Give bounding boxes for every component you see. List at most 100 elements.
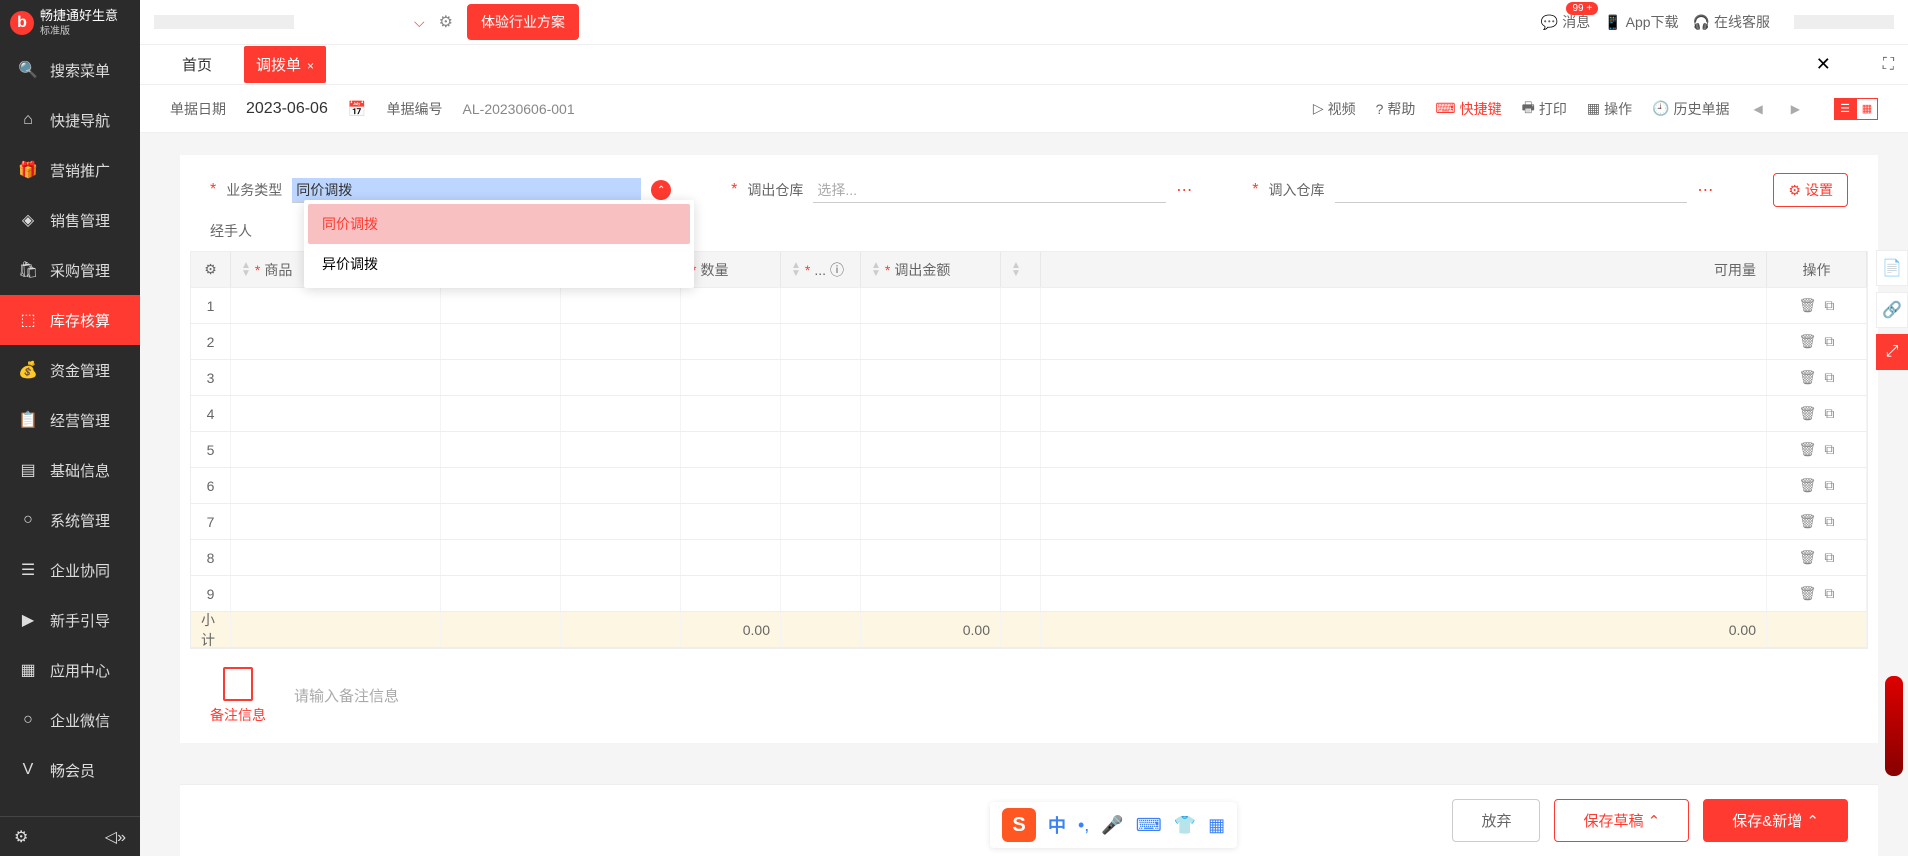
save-new-button[interactable]: 保存&新增 ⌃ bbox=[1703, 799, 1848, 842]
tab-home[interactable]: 首页 bbox=[170, 46, 224, 83]
sidebar-item-business[interactable]: 📋经营管理 bbox=[0, 395, 140, 445]
col-out-amount[interactable]: ▲▼*调出金额 bbox=[861, 252, 1001, 287]
sidebar-item-guide[interactable]: ▶新手引导 bbox=[0, 595, 140, 645]
copy-row-icon[interactable]: ⧉ bbox=[1824, 585, 1834, 602]
next-arrow[interactable]: ▶ bbox=[1787, 102, 1804, 116]
sidebar-item-member[interactable]: V畅会员 bbox=[0, 745, 140, 795]
col-sort[interactable]: ▲▼ bbox=[1001, 252, 1041, 287]
ime-tool-icon[interactable]: ▦ bbox=[1208, 815, 1225, 836]
delete-row-icon[interactable]: 🗑 bbox=[1799, 549, 1817, 566]
col-more[interactable]: ▲▼*... ⓘ bbox=[781, 252, 861, 287]
ime-mic-icon[interactable]: 🎤 bbox=[1101, 815, 1123, 836]
support-link[interactable]: 🎧 在线客服 bbox=[1693, 12, 1770, 32]
tab-close-icon[interactable]: × bbox=[307, 59, 314, 73]
out-warehouse-input[interactable] bbox=[813, 178, 1166, 203]
sidebar-item-search-menu[interactable]: 🔍搜索菜单 bbox=[0, 45, 140, 95]
col-gear[interactable]: ⚙ bbox=[191, 252, 231, 287]
user-area[interactable] bbox=[1794, 15, 1894, 29]
delete-row-icon[interactable]: 🗑 bbox=[1799, 441, 1817, 458]
option-diff-price[interactable]: 异价调拨 bbox=[308, 244, 690, 284]
print-link[interactable]: 🖶 打印 bbox=[1522, 97, 1567, 121]
table-row[interactable]: 5🗑⧉ bbox=[191, 432, 1867, 468]
sidebar-item-collab[interactable]: ☰企业协同 bbox=[0, 545, 140, 595]
copy-row-icon[interactable]: ⧉ bbox=[1824, 405, 1834, 422]
ime-lang[interactable]: 中 bbox=[1048, 812, 1066, 838]
table-row[interactable]: 6🗑⧉ bbox=[191, 468, 1867, 504]
col-avail[interactable]: 可用量 bbox=[1041, 252, 1767, 287]
copy-row-icon[interactable]: ⧉ bbox=[1824, 441, 1834, 458]
table-row[interactable]: 1🗑⧉ bbox=[191, 288, 1867, 324]
close-icon[interactable]: ✕ bbox=[1798, 54, 1849, 75]
copy-row-icon[interactable]: ⧉ bbox=[1824, 369, 1834, 386]
prev-arrow[interactable]: ◀ bbox=[1750, 102, 1767, 116]
option-same-price[interactable]: 同价调拨 bbox=[308, 204, 690, 244]
copy-row-icon[interactable]: ⧉ bbox=[1824, 549, 1834, 566]
table-row[interactable]: 4🗑⧉ bbox=[191, 396, 1867, 432]
sidebar-item-apps[interactable]: ▦应用中心 bbox=[0, 645, 140, 695]
remark-input[interactable] bbox=[286, 680, 1848, 713]
collapse-icon[interactable]: ◁» bbox=[105, 827, 126, 847]
sidebar-item-quick-nav[interactable]: ⌂快捷导航 bbox=[0, 95, 140, 145]
ime-logo-icon[interactable]: S bbox=[1002, 808, 1036, 842]
sidebar-item-marketing[interactable]: 🎁营销推广 bbox=[0, 145, 140, 195]
rail-link-icon[interactable]: 🔗 bbox=[1876, 292, 1908, 328]
sidebar-item-purchase[interactable]: 🛍采购管理 bbox=[0, 245, 140, 295]
table-row[interactable]: 7🗑⧉ bbox=[191, 504, 1867, 540]
in-warehouse-input[interactable] bbox=[1335, 178, 1688, 203]
view-list[interactable]: ☰ bbox=[1834, 98, 1856, 120]
delete-row-icon[interactable]: 🗑 bbox=[1799, 513, 1817, 530]
out-warehouse-more-icon[interactable]: ⋯ bbox=[1176, 180, 1192, 200]
col-qty[interactable]: *数量 bbox=[681, 252, 781, 287]
copy-row-icon[interactable]: ⧉ bbox=[1824, 477, 1834, 494]
messages-link[interactable]: 💬 消息 99 + bbox=[1541, 12, 1590, 32]
app-download-link[interactable]: 📱 App下载 bbox=[1604, 12, 1678, 32]
gear-icon[interactable]: ⚙ bbox=[439, 12, 453, 32]
history-link[interactable]: 🕘 历史单据 bbox=[1652, 99, 1729, 119]
sidebar-item-inventory[interactable]: ⬚库存核算 bbox=[0, 295, 140, 345]
settings-icon[interactable]: ⚙ bbox=[14, 827, 28, 847]
sidebar-item-wechat[interactable]: ○企业微信 bbox=[0, 695, 140, 745]
marketing-icon: 🎁 bbox=[18, 160, 38, 180]
sidebar-item-sales[interactable]: ◈销售管理 bbox=[0, 195, 140, 245]
expand-icon[interactable]: ⛶ bbox=[1869, 56, 1908, 74]
biz-type-caret-icon[interactable]: ⌃ bbox=[651, 180, 671, 200]
table-row[interactable]: 3🗑⧉ bbox=[191, 360, 1867, 396]
save-draft-button[interactable]: 保存草稿 ⌃ bbox=[1554, 799, 1689, 842]
ime-punct-icon[interactable]: •, bbox=[1078, 815, 1089, 836]
ime-skin-icon[interactable]: 👕 bbox=[1174, 815, 1196, 836]
delete-row-icon[interactable]: 🗑 bbox=[1799, 369, 1817, 386]
sidebar-item-funds[interactable]: 💰资金管理 bbox=[0, 345, 140, 395]
table-row[interactable]: 8🗑⧉ bbox=[191, 540, 1867, 576]
date-value[interactable]: 2023-06-06 bbox=[246, 100, 328, 118]
rail-note-icon[interactable]: 📄 bbox=[1876, 250, 1908, 286]
delete-row-icon[interactable]: 🗑 bbox=[1799, 333, 1817, 350]
tab-transfer-order[interactable]: 调拨单× bbox=[244, 46, 326, 83]
video-link[interactable]: ▷ 视频 bbox=[1313, 99, 1356, 119]
table-row[interactable]: 2🗑⧉ bbox=[191, 324, 1867, 360]
sidebar-item-system[interactable]: ○系统管理 bbox=[0, 495, 140, 545]
trial-button[interactable]: 体验行业方案 bbox=[467, 4, 579, 40]
shortcut-link[interactable]: ⌨ 快捷键 bbox=[1435, 99, 1501, 119]
delete-row-icon[interactable]: 🗑 bbox=[1799, 297, 1817, 314]
calendar-icon[interactable]: 📅 bbox=[348, 100, 367, 118]
copy-row-icon[interactable]: ⧉ bbox=[1824, 513, 1834, 530]
rail-expand-icon[interactable]: ⤢ bbox=[1876, 334, 1908, 370]
cancel-button[interactable]: 放弃 bbox=[1452, 799, 1540, 842]
help-link[interactable]: ? 帮助 bbox=[1376, 99, 1416, 119]
copy-row-icon[interactable]: ⧉ bbox=[1824, 333, 1834, 350]
view-grid[interactable]: ▦ bbox=[1856, 98, 1878, 120]
ime-keyboard-icon[interactable]: ⌨ bbox=[1136, 815, 1162, 836]
copy-row-icon[interactable]: ⧉ bbox=[1824, 297, 1834, 314]
delete-row-icon[interactable]: 🗑 bbox=[1799, 405, 1817, 422]
settings-button[interactable]: ⚙ 设置 bbox=[1773, 173, 1848, 207]
sidebar-item-basic[interactable]: ▤基础信息 bbox=[0, 445, 140, 495]
download-icon: 📱 bbox=[1604, 14, 1621, 31]
biz-type-label: 业务类型 bbox=[226, 180, 282, 200]
table-row[interactable]: 9🗑⧉ bbox=[191, 576, 1867, 612]
delete-row-icon[interactable]: 🗑 bbox=[1799, 585, 1817, 602]
ops-link[interactable]: ▦ 操作 bbox=[1587, 99, 1632, 119]
delete-row-icon[interactable]: 🗑 bbox=[1799, 477, 1817, 494]
biz-type-input[interactable]: 同价调拨 bbox=[292, 178, 641, 203]
company-selector[interactable]: ⌵ bbox=[154, 14, 425, 31]
in-warehouse-more-icon[interactable]: ⋯ bbox=[1697, 180, 1713, 200]
